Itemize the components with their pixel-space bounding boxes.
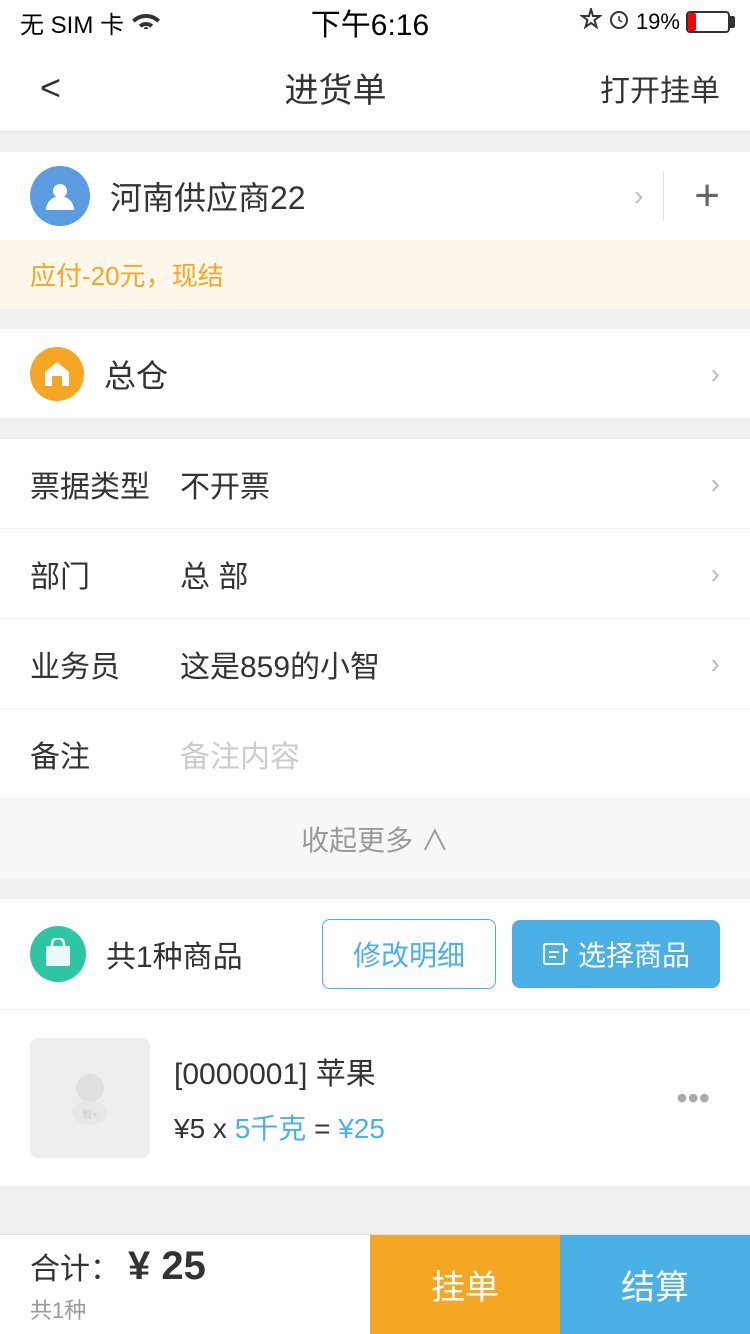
remark-label: 备注 [30, 732, 160, 776]
svg-text:智+: 智+ [82, 1108, 98, 1121]
gap-1 [0, 132, 750, 152]
back-button[interactable]: < [30, 57, 71, 119]
product-id: [0000001] [174, 1058, 316, 1091]
salesperson-value: 这是859的小智 [160, 642, 711, 686]
vertical-divider [663, 171, 664, 221]
warehouse-row[interactable]: 总仓 › [0, 329, 750, 419]
total-count: 共1种 [30, 1293, 340, 1325]
nav-bar: < 进货单 打开挂单 [0, 44, 750, 132]
salesperson-label: 业务员 [30, 642, 160, 686]
warehouse-icon [30, 347, 84, 401]
product-thumbnail: 智+ [30, 1038, 150, 1158]
supplier-chevron: › [634, 180, 643, 212]
product-price: ¥5 x 5千克 = ¥25 [174, 1107, 666, 1147]
checkout-button[interactable]: 结算 [560, 1235, 750, 1334]
supplier-name: 河南供应商22 [110, 173, 634, 219]
page-title: 进货单 [285, 63, 387, 112]
product-title: 苹果 [316, 1058, 376, 1091]
remark-row[interactable]: 备注 备注内容 [0, 709, 750, 799]
hang-order-button[interactable]: 挂单 [370, 1235, 560, 1334]
collapse-toggle[interactable]: 收起更多 ∧ [0, 799, 750, 879]
department-value: 总 部 [160, 552, 711, 596]
warehouse-chevron: › [711, 358, 720, 390]
total-price: ¥25 [338, 1113, 385, 1144]
gap-2 [0, 309, 750, 329]
product-header: 共1种商品 修改明细 选择商品 [0, 899, 750, 1010]
invoice-type-chevron: › [711, 468, 720, 500]
total-main: 合计： ¥ 25 [30, 1244, 340, 1289]
product-icon [30, 926, 86, 982]
battery-percent: 19% [636, 9, 680, 35]
location-icon [580, 8, 602, 36]
department-label: 部门 [30, 552, 160, 596]
status-time: 下午6:16 [311, 0, 429, 44]
add-supplier-button[interactable]: + [694, 171, 720, 221]
form-card: 票据类型 不开票 › 部门 总 部 › 业务员 这是859的小智 › 备注 备注… [0, 439, 750, 799]
product-name: [0000001] 苹果 [174, 1049, 666, 1093]
department-row[interactable]: 部门 总 部 › [0, 529, 750, 619]
product-count: 共1种商品 [106, 932, 322, 976]
supplier-avatar [30, 166, 90, 226]
gap-4 [0, 879, 750, 899]
status-left: 无 SIM 卡 [20, 5, 160, 40]
gap-3 [0, 419, 750, 439]
unit-price: ¥5 x [174, 1113, 235, 1144]
equals: = [314, 1113, 338, 1144]
total-label: 合计： [30, 1244, 120, 1288]
product-info: [0000001] 苹果 ¥5 x 5千克 = ¥25 [174, 1049, 666, 1147]
salesperson-chevron: › [711, 648, 720, 680]
total-section: 合计： ¥ 25 共1种 [0, 1244, 370, 1325]
department-chevron: › [711, 558, 720, 590]
edit-detail-button[interactable]: 修改明细 [322, 919, 496, 989]
invoice-type-label: 票据类型 [30, 462, 160, 506]
supplier-notice: 应付-20元，现结 [0, 240, 750, 309]
product-item: 智+ [0000001] 苹果 ¥5 x 5千克 = ¥25 ••• [0, 1010, 750, 1187]
select-product-button[interactable]: 选择商品 [512, 920, 720, 988]
more-button[interactable]: ••• [666, 1070, 720, 1127]
quantity: 5千克 [235, 1113, 307, 1144]
status-right: 19% [580, 8, 730, 36]
salesperson-row[interactable]: 业务员 这是859的小智 › [0, 619, 750, 709]
supplier-actions: › + [634, 171, 720, 221]
total-amount: ¥ 25 [128, 1244, 206, 1289]
remark-value: 备注内容 [160, 732, 720, 776]
supplier-row[interactable]: 河南供应商22 › + [0, 152, 750, 240]
open-hang-button[interactable]: 打开挂单 [600, 66, 720, 110]
battery-icon [686, 11, 730, 33]
invoice-type-value: 不开票 [160, 462, 711, 506]
select-product-label: 选择商品 [578, 934, 690, 974]
warehouse-card: 总仓 › [0, 329, 750, 419]
wifi-icon [132, 8, 160, 36]
supplier-card: 河南供应商22 › + 应付-20元，现结 [0, 152, 750, 309]
bottom-bar: 合计： ¥ 25 共1种 挂单 结算 [0, 1234, 750, 1334]
warehouse-name: 总仓 [104, 351, 711, 397]
carrier-label: 无 SIM 卡 [20, 5, 124, 40]
invoice-type-row[interactable]: 票据类型 不开票 › [0, 439, 750, 529]
alarm-icon [608, 8, 630, 36]
status-bar: 无 SIM 卡 下午6:16 19% [0, 0, 750, 44]
